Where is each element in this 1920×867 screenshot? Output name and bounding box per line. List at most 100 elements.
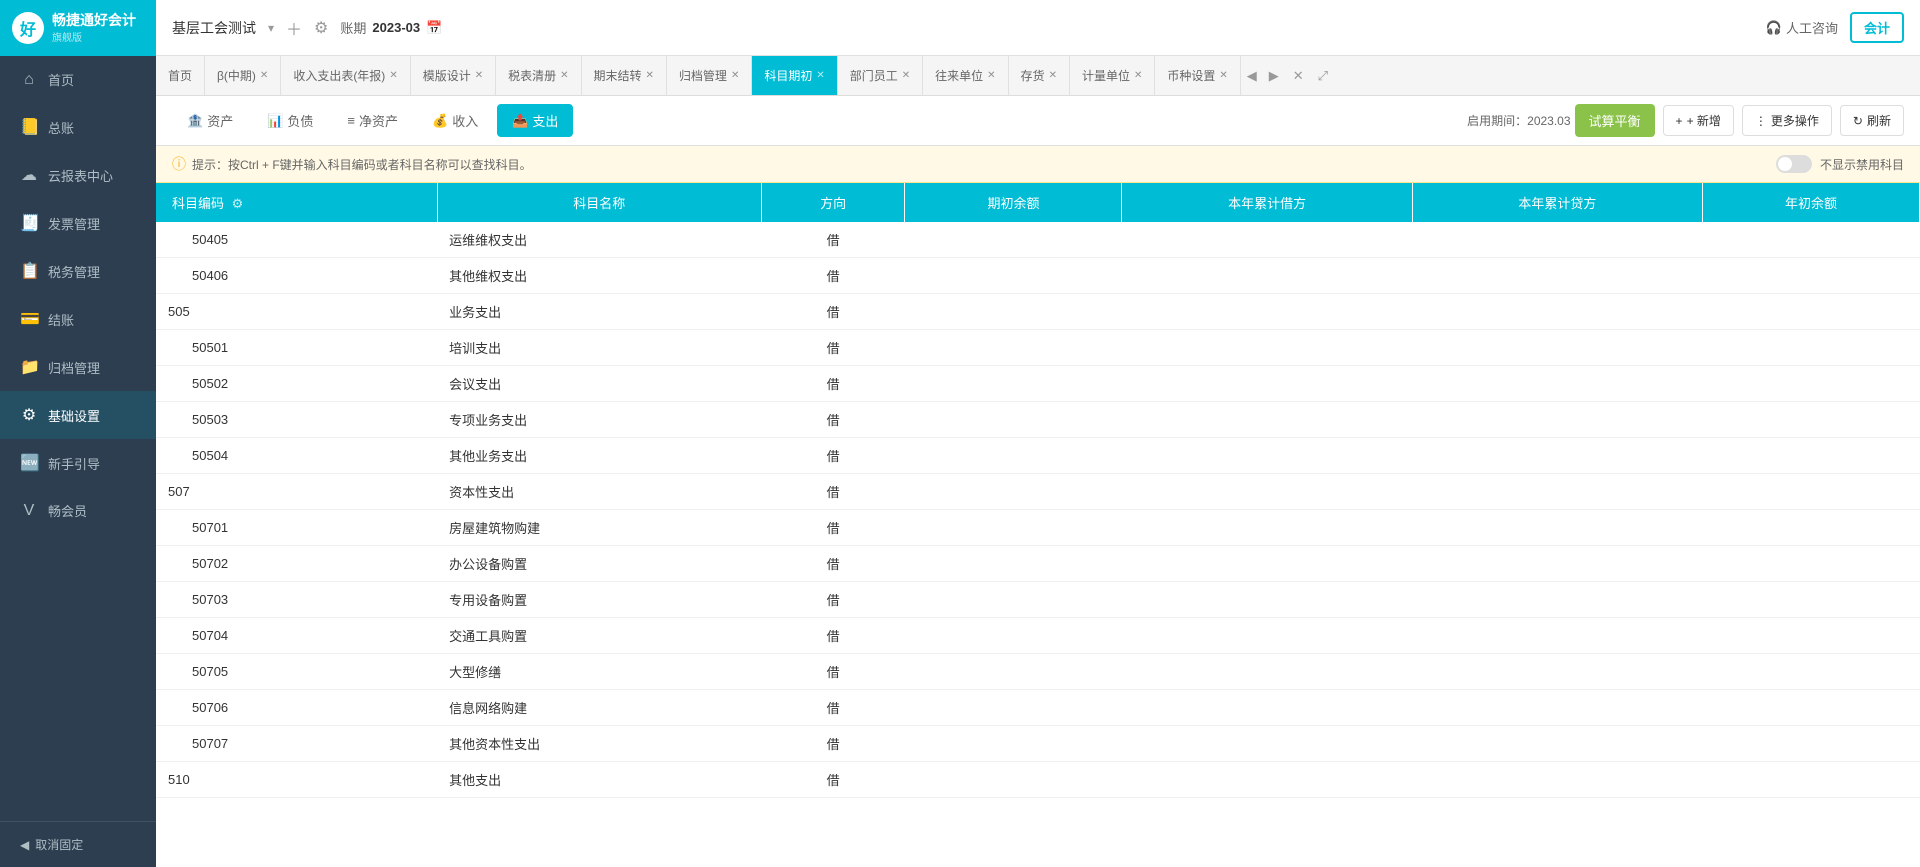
sidebar-item-checkout[interactable]: 💳 结账 [0,295,156,343]
tab-midterm[interactable]: β(中期) ✕ [205,56,281,95]
tab-archive[interactable]: 归档管理 ✕ [667,56,752,95]
close-all-tabs[interactable]: ✕ [1285,56,1312,95]
account-button[interactable]: 会计 [1850,12,1904,43]
subtab-liabilities[interactable]: 📊 负债 [252,104,328,137]
table-row[interactable]: 50503 专项业务支出 借 [156,402,1920,438]
member-icon: V [20,502,38,520]
col-ytd-debit: 本年累计借方 [1122,183,1412,222]
cell-ytd-debit [1122,690,1412,726]
subtab-assets[interactable]: 🏦 资产 [172,104,248,137]
table-row[interactable]: 507 资本性支出 借 [156,474,1920,510]
table-row[interactable]: 50501 培训支出 借 [156,330,1920,366]
col-settings-icon[interactable]: ⚙ [232,196,244,211]
tab-close-midterm[interactable]: ✕ [260,70,268,81]
col-year-start-balance: 年初余额 [1702,183,1919,222]
table-row[interactable]: 50706 信息网络购建 借 [156,690,1920,726]
cell-direction: 借 [761,330,905,366]
tab-currency[interactable]: 币种设置 ✕ [1155,56,1240,95]
sidebar-item-guide[interactable]: 🆕 新手引导 [0,439,156,487]
cell-ytd-credit [1412,222,1702,258]
table-row[interactable]: 50406 其他维权支出 借 [156,258,1920,294]
cell-direction: 借 [761,258,905,294]
refresh-button[interactable]: ↻ 刷新 [1840,105,1904,136]
tab-period-close[interactable]: 期末结转 ✕ [582,56,667,95]
table-row[interactable]: 50504 其他业务支出 借 [156,438,1920,474]
add-button[interactable]: + + 新增 [1663,105,1734,136]
cell-opening-balance [905,510,1122,546]
cell-ytd-debit [1122,726,1412,762]
service-button[interactable]: 🎧 人工咨询 [1766,18,1838,37]
tab-inventory[interactable]: 存货 ✕ [1009,56,1070,95]
tab-template[interactable]: 模版设计 ✕ [411,56,496,95]
table-row[interactable]: 50704 交通工具购置 借 [156,618,1920,654]
table-row[interactable]: 50703 专用设备购置 借 [156,582,1920,618]
unpin-button[interactable]: ◀ 取消固定 [0,821,156,867]
tab-unit[interactable]: 计量单位 ✕ [1070,56,1155,95]
more-button[interactable]: ⋮ 更多操作 [1742,105,1832,136]
cell-direction: 借 [761,366,905,402]
tab-close-template[interactable]: ✕ [475,70,483,81]
sidebar-item-ledger[interactable]: 📒 总账 [0,103,156,151]
subtab-net-assets[interactable]: ≡ 净资产 [332,104,413,137]
tab-nav-left[interactable]: ◀ [1241,56,1263,95]
tab-counterpart[interactable]: 往来单位 ✕ [923,56,1008,95]
table-row[interactable]: 505 业务支出 借 [156,294,1920,330]
tab-close-archive[interactable]: ✕ [731,70,739,81]
sidebar-item-reports[interactable]: ☁ 云报表中心 [0,151,156,199]
tab-close-inventory[interactable]: ✕ [1049,70,1057,81]
company-settings-icon[interactable]: ⚙ [314,18,328,38]
cell-opening-balance [905,582,1122,618]
main-content: 基层工会测试 ▾ ＋ ⚙ 账期 2023-03 📅 🎧 人工咨询 会计 首页 β… [156,0,1920,867]
sidebar-item-invoice[interactable]: 🧾 发票管理 [0,199,156,247]
tab-close-subject[interactable]: ✕ [816,70,824,81]
cell-name: 其他支出 [437,762,761,798]
ledger-icon: 📒 [20,117,38,137]
sidebar-item-settings[interactable]: ⚙ 基础设置 [0,391,156,439]
sidebar-item-home[interactable]: ⌂ 首页 [0,56,156,103]
table-row[interactable]: 50707 其他资本性支出 借 [156,726,1920,762]
action-buttons: 试算平衡 + + 新增 ⋮ 更多操作 ↻ 刷新 [1575,104,1904,137]
tab-subject-initial[interactable]: 科目期初 ✕ [752,56,837,95]
subtab-expenditure[interactable]: 📤 支出 [497,104,573,137]
table-row[interactable]: 50705 大型修缮 借 [156,654,1920,690]
table-row[interactable]: 50701 房屋建筑物购建 借 [156,510,1920,546]
tab-home[interactable]: 首页 [156,56,205,95]
cell-year-start [1702,366,1919,402]
tab-close-currency[interactable]: ✕ [1219,70,1227,81]
subtab-income[interactable]: 💰 收入 [417,104,493,137]
tab-tax[interactable]: 税表清册 ✕ [496,56,581,95]
sidebar-item-archive[interactable]: 📁 归档管理 [0,343,156,391]
tab-close-counterpart[interactable]: ✕ [987,70,995,81]
tab-close-unit[interactable]: ✕ [1134,70,1142,81]
cell-name: 房屋建筑物购建 [437,510,761,546]
table-row[interactable]: 50702 办公设备购置 借 [156,546,1920,582]
tab-close-annual[interactable]: ✕ [389,70,397,81]
disable-toggle[interactable] [1776,155,1812,173]
table-row[interactable]: 50502 会议支出 借 [156,366,1920,402]
tab-close-dept[interactable]: ✕ [902,70,910,81]
balance-button[interactable]: 试算平衡 [1575,104,1655,137]
sidebar-item-member[interactable]: V 畅会员 [0,487,156,534]
sidebar-item-tax[interactable]: 📋 税务管理 [0,247,156,295]
assets-icon: 🏦 [187,113,203,129]
cell-year-start [1702,726,1919,762]
cell-ytd-debit [1122,366,1412,402]
tab-expand[interactable]: ⤢ [1312,56,1334,95]
cell-year-start [1702,222,1919,258]
company-dropdown-icon[interactable]: ▾ [268,21,274,35]
subjects-table: 科目编码 ⚙ 科目名称 方向 期初余额 本年累计借方 本年累计贷方 年初余额 5… [156,183,1920,798]
cell-name: 其他维权支出 [437,258,761,294]
tab-close-tax[interactable]: ✕ [560,70,568,81]
cell-name: 业务支出 [437,294,761,330]
table-row[interactable]: 50405 运维维权支出 借 [156,222,1920,258]
table-row[interactable]: 510 其他支出 借 [156,762,1920,798]
cell-opening-balance [905,402,1122,438]
tab-department[interactable]: 部门员工 ✕ [838,56,923,95]
calendar-icon[interactable]: 📅 [426,20,442,36]
add-company-button[interactable]: ＋ [286,16,302,40]
tab-close-period[interactable]: ✕ [646,70,654,81]
cell-year-start [1702,474,1919,510]
tab-annual-report[interactable]: 收入支出表(年报) ✕ [281,56,410,95]
cell-ytd-debit [1122,510,1412,546]
tab-nav-right[interactable]: ▶ [1263,56,1285,95]
